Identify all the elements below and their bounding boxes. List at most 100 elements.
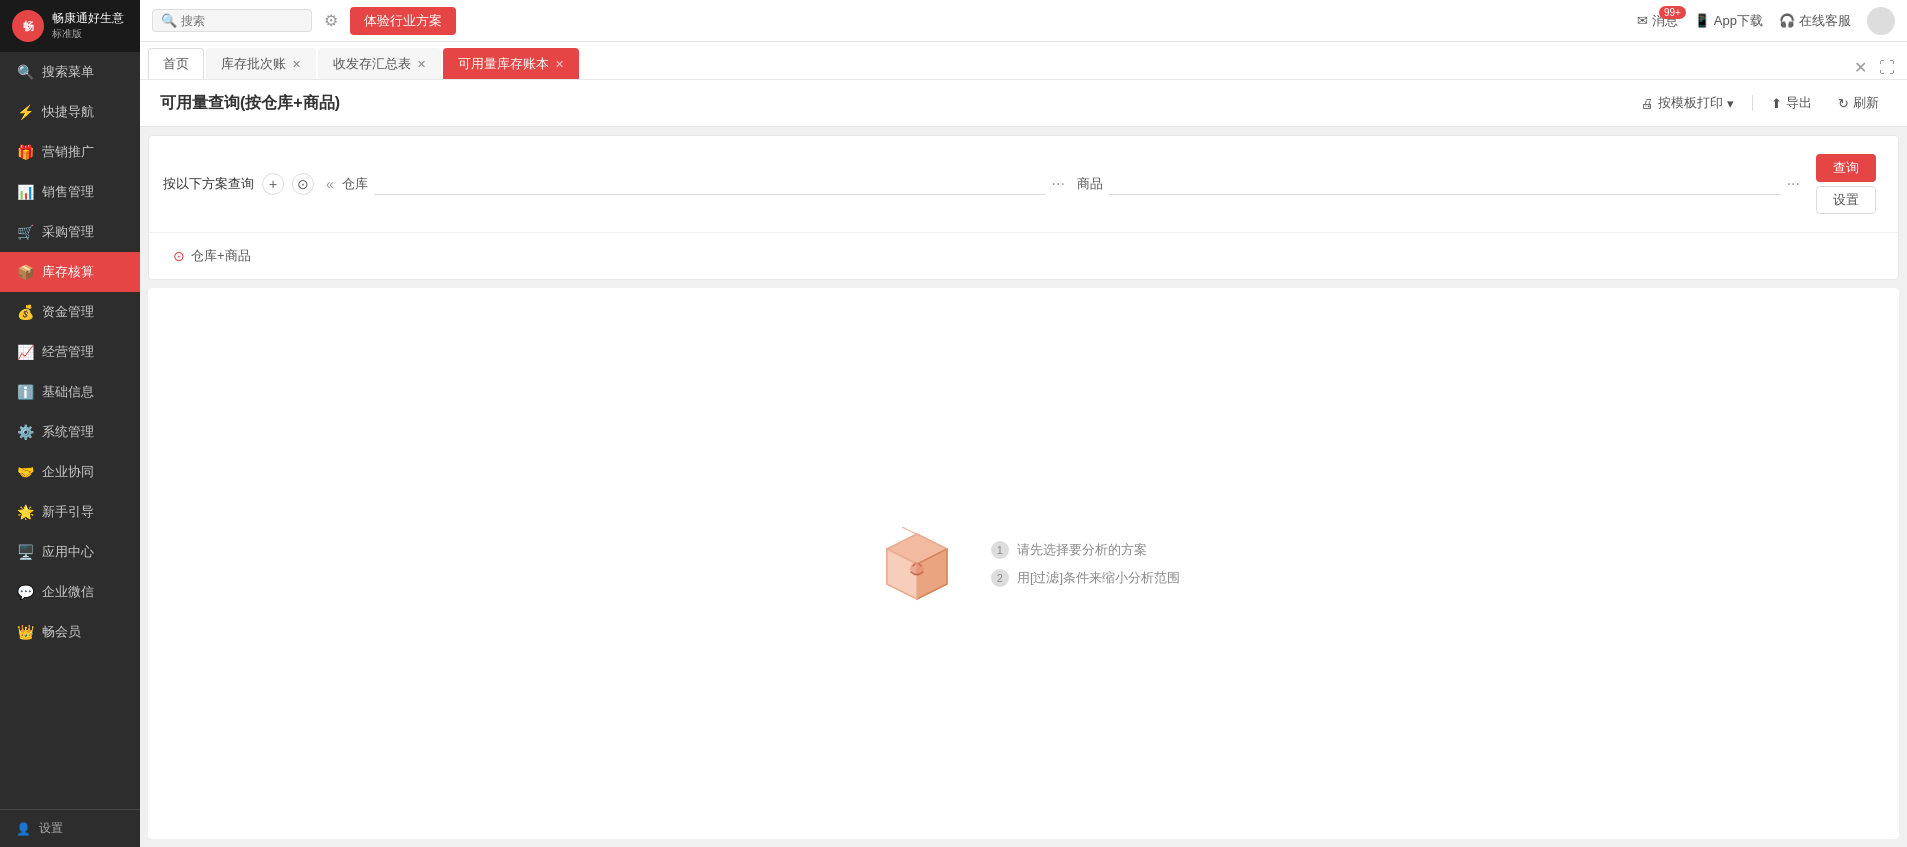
app-name: 畅康通好生意 xyxy=(52,11,124,27)
filter-settings-button[interactable]: ⊙ xyxy=(292,173,314,195)
topbar: 🔍 ⚙ 体验行业方案 ✉ 消息 99+ 📱 App下载 🎧 在线客服 xyxy=(140,0,1907,42)
sidebar-bottom-icon: 👤 xyxy=(16,822,31,836)
sidebar-item-label: 系统管理 xyxy=(42,423,94,441)
sidebar-item-label: 基础信息 xyxy=(42,383,94,401)
page-title: 可用量查询(按仓库+商品) xyxy=(160,93,340,114)
filter-inputs: 仓库 ··· 商品 ··· xyxy=(342,173,1800,195)
sidebar-item-appcenter[interactable]: 🖥️ 应用中心 xyxy=(0,532,140,572)
maximize-window-button[interactable]: ⛶ xyxy=(1875,57,1899,79)
sidebar-item-label: 库存核算 xyxy=(42,263,94,281)
tab-summary[interactable]: 收发存汇总表 ✕ xyxy=(318,48,441,79)
filter-label: 按以下方案查询 xyxy=(163,175,254,193)
empty-state: 1 请先选择要分析的方案 2 用[过滤]条件来缩小分析范围 xyxy=(148,288,1899,839)
close-window-button[interactable]: ✕ xyxy=(1850,56,1871,79)
sidebar-item-label: 应用中心 xyxy=(42,543,94,561)
search-input[interactable] xyxy=(181,14,301,28)
settings-icon[interactable]: ⚙ xyxy=(320,11,342,30)
refresh-label: 刷新 xyxy=(1853,94,1879,112)
window-controls: ✕ ⛶ xyxy=(1850,56,1899,79)
sidebar-item-guide[interactable]: 🌟 新手引导 xyxy=(0,492,140,532)
sidebar-item-label: 营销推广 xyxy=(42,143,94,161)
sidebar-item-finance[interactable]: 💰 资金管理 xyxy=(0,292,140,332)
sidebar-item-purchase[interactable]: 🛒 采购管理 xyxy=(0,212,140,252)
close-icon[interactable]: ✕ xyxy=(292,58,301,71)
app-download-button[interactable]: 📱 App下载 xyxy=(1694,12,1763,30)
finance-icon: 💰 xyxy=(16,304,34,320)
empty-box-svg xyxy=(867,514,967,614)
filter-header: 按以下方案查询 + ⊙ « 仓库 ··· 商品 ··· xyxy=(149,136,1898,233)
product-more-button[interactable]: ··· xyxy=(1787,175,1800,193)
user-avatar[interactable] xyxy=(1867,7,1895,35)
print-button[interactable]: 🖨 按模板打印 ▾ xyxy=(1633,90,1742,116)
page-actions: 🖨 按模板打印 ▾ ⬆ 导出 ↻ 刷新 xyxy=(1633,90,1887,116)
tab-inventory-batch[interactable]: 库存批次账 ✕ xyxy=(206,48,316,79)
sidebar-item-member[interactable]: 👑 畅会员 xyxy=(0,612,140,652)
sidebar-item-label: 销售管理 xyxy=(42,183,94,201)
sidebar-item-inventory[interactable]: 📦 库存核算 xyxy=(0,252,140,292)
filter-area: 按以下方案查询 + ⊙ « 仓库 ··· 商品 ··· xyxy=(148,135,1899,280)
scheme-icon: ⊙ xyxy=(173,248,185,264)
guide-icon: 🌟 xyxy=(16,504,34,520)
printer-icon: 🖨 xyxy=(1641,96,1654,111)
sidebar-bottom-label: 设置 xyxy=(39,820,63,837)
scheme-label: 仓库+商品 xyxy=(191,247,251,265)
sidebar-item-label: 资金管理 xyxy=(42,303,94,321)
warehouse-more-button[interactable]: ··· xyxy=(1052,175,1065,193)
empty-content: 1 请先选择要分析的方案 2 用[过滤]条件来缩小分析范围 xyxy=(867,514,1180,614)
empty-tips: 1 请先选择要分析的方案 2 用[过滤]条件来缩小分析范围 xyxy=(991,541,1180,587)
tab-available-stock[interactable]: 可用量库存账本 ✕ xyxy=(443,48,579,79)
app-download-label: App下载 xyxy=(1714,12,1763,30)
topbar-right: ✉ 消息 99+ 📱 App下载 🎧 在线客服 xyxy=(1637,7,1895,35)
filter-scheme-item[interactable]: ⊙ 仓库+商品 xyxy=(163,243,261,269)
filter-scheme-row: ⊙ 仓库+商品 xyxy=(149,233,1898,279)
warehouse-label: 仓库 xyxy=(342,175,368,193)
sidebar-item-search[interactable]: 🔍 搜索菜单 xyxy=(0,52,140,92)
system-icon: ⚙️ xyxy=(16,424,34,440)
query-button[interactable]: 查询 xyxy=(1816,154,1876,182)
service-label: 在线客服 xyxy=(1799,12,1851,30)
sidebar-item-operations[interactable]: 📈 经营管理 xyxy=(0,332,140,372)
topbar-search-box[interactable]: 🔍 xyxy=(152,9,312,32)
sidebar-item-system[interactable]: ⚙️ 系统管理 xyxy=(0,412,140,452)
product-input[interactable] xyxy=(1109,173,1781,195)
industry-solution-button[interactable]: 体验行业方案 xyxy=(350,7,456,35)
tip-num-2: 2 xyxy=(991,569,1009,587)
sidebar-item-label: 企业微信 xyxy=(42,583,94,601)
sidebar-item-label: 畅会员 xyxy=(42,623,81,641)
quicknav-icon: ⚡ xyxy=(16,104,34,120)
page-area: 可用量查询(按仓库+商品) 🖨 按模板打印 ▾ ⬆ 导出 ↻ 刷新 xyxy=(140,80,1907,847)
phone-icon: 📱 xyxy=(1694,13,1710,28)
close-icon[interactable]: ✕ xyxy=(555,58,564,71)
filter-actions: 查询 设置 xyxy=(1808,146,1884,222)
filter-add-button[interactable]: + xyxy=(262,173,284,195)
app-name-block: 畅康通好生意 标准版 xyxy=(52,11,124,41)
warehouse-input[interactable] xyxy=(374,173,1046,195)
tip-num-1: 1 xyxy=(991,541,1009,559)
export-button[interactable]: ⬆ 导出 xyxy=(1763,90,1820,116)
sidebar-item-sales[interactable]: 📊 销售管理 xyxy=(0,172,140,212)
main-content: 🔍 ⚙ 体验行业方案 ✉ 消息 99+ 📱 App下载 🎧 在线客服 首页 xyxy=(140,0,1907,847)
sidebar-item-collab[interactable]: 🤝 企业协同 xyxy=(0,452,140,492)
tab-home[interactable]: 首页 xyxy=(148,48,204,79)
sidebar-item-basic-info[interactable]: ℹ️ 基础信息 xyxy=(0,372,140,412)
message-icon: ✉ xyxy=(1637,13,1648,28)
online-service-button[interactable]: 🎧 在线客服 xyxy=(1779,12,1851,30)
search-icon: 🔍 xyxy=(161,13,177,28)
print-label: 按模板打印 xyxy=(1658,94,1723,112)
column-settings-button[interactable]: 设置 xyxy=(1816,186,1876,214)
empty-tip-2: 2 用[过滤]条件来缩小分析范围 xyxy=(991,569,1180,587)
inventory-icon: 📦 xyxy=(16,264,34,280)
sidebar-item-label: 快捷导航 xyxy=(42,103,94,121)
sidebar: 畅 畅康通好生意 标准版 🔍 搜索菜单 ⚡ 快捷导航 🎁 营销推广 📊 销售管理… xyxy=(0,0,140,847)
sidebar-item-quicknav[interactable]: ⚡ 快捷导航 xyxy=(0,92,140,132)
refresh-button[interactable]: ↻ 刷新 xyxy=(1830,90,1887,116)
message-button[interactable]: ✉ 消息 99+ xyxy=(1637,12,1678,30)
close-icon[interactable]: ✕ xyxy=(417,58,426,71)
empty-illustration xyxy=(867,514,967,614)
sidebar-item-marketing[interactable]: 🎁 营销推广 xyxy=(0,132,140,172)
page-header: 可用量查询(按仓库+商品) 🖨 按模板打印 ▾ ⬆ 导出 ↻ 刷新 xyxy=(140,80,1907,127)
filter-collapse-button[interactable]: « xyxy=(326,176,334,192)
sidebar-bottom: 👤 设置 xyxy=(0,809,140,847)
wechat-icon: 💬 xyxy=(16,584,34,600)
sidebar-item-wechat[interactable]: 💬 企业微信 xyxy=(0,572,140,612)
